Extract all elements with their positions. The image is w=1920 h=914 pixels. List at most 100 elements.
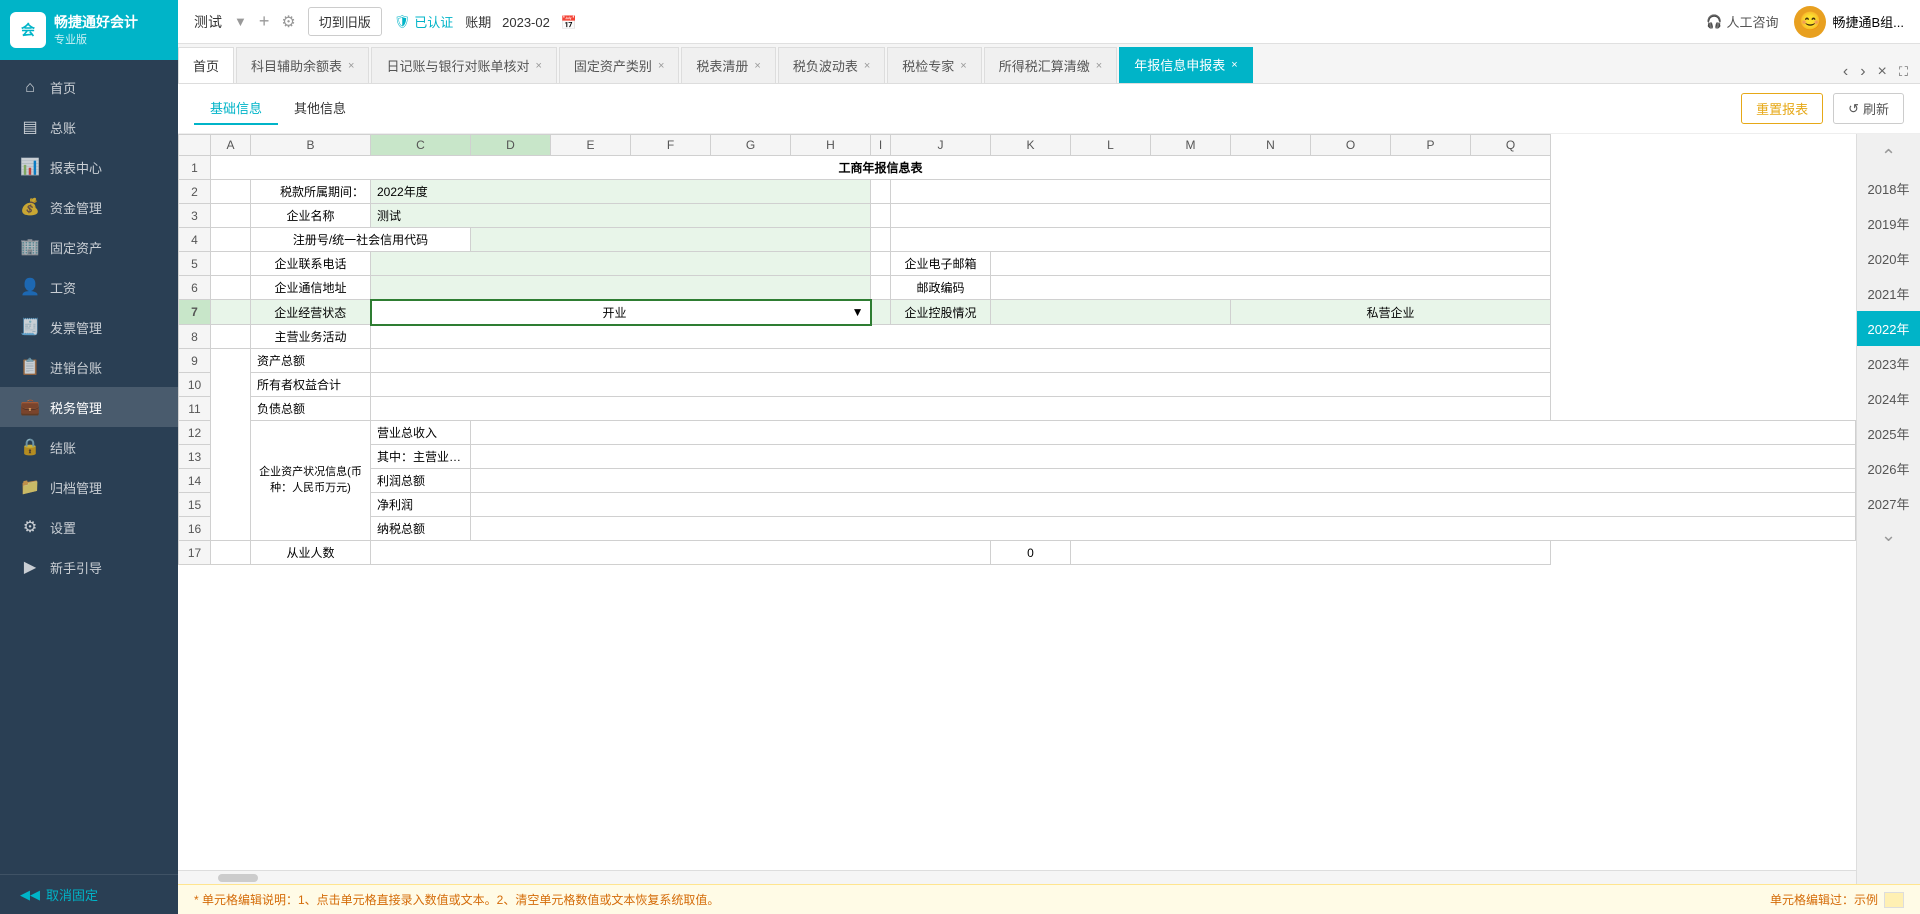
year-item-2023[interactable]: 2023年 — [1857, 346, 1920, 381]
cell-11C[interactable] — [371, 397, 1551, 421]
year-item-2022[interactable]: 2022年 — [1857, 311, 1920, 346]
tab-tax-clearance[interactable]: 税表清册 × — [681, 47, 775, 83]
cell-4J[interactable] — [891, 228, 1551, 252]
cell-7A[interactable] — [211, 300, 251, 325]
sidebar-pin-button[interactable]: ◀◀ 取消固定 — [0, 874, 178, 914]
col-header-Q[interactable]: Q — [1471, 135, 1551, 156]
sidebar-item-report[interactable]: 📊 报表中心 — [0, 147, 178, 187]
cell-2J[interactable] — [891, 180, 1551, 204]
cell-4C[interactable] — [471, 228, 871, 252]
col-header-A[interactable]: A — [211, 135, 251, 156]
cell-6K[interactable] — [991, 276, 1551, 300]
cell-6I[interactable] — [871, 276, 891, 300]
tab-next-button[interactable]: › — [1856, 61, 1869, 83]
cell-5C[interactable] — [371, 252, 871, 276]
year-scroll-down-button[interactable]: ⌄ — [1877, 521, 1900, 550]
col-header-L[interactable]: L — [1071, 135, 1151, 156]
sidebar-item-inventory[interactable]: 📋 进销台账 — [0, 347, 178, 387]
year-item-2027[interactable]: 2027年 — [1857, 486, 1920, 521]
cell-5K[interactable] — [991, 252, 1551, 276]
col-header-D[interactable]: D — [471, 135, 551, 156]
year-item-2018[interactable]: 2018年 — [1857, 171, 1920, 206]
cell-4I[interactable] — [871, 228, 891, 252]
cell-9A[interactable] — [211, 349, 251, 541]
sidebar-item-salary[interactable]: 👤 工资 — [0, 267, 178, 307]
tab-close-all-button[interactable]: × — [1874, 61, 1891, 83]
tab-tax-expert[interactable]: 税检专家 × — [887, 47, 981, 83]
cell-2C[interactable]: 2022年度 — [371, 180, 871, 204]
tab-annual-report[interactable]: 年报信息申报表 × — [1119, 47, 1252, 83]
cell-5I[interactable] — [871, 252, 891, 276]
cell-15C[interactable] — [471, 493, 1856, 517]
sidebar-item-settings[interactable]: ⚙ 设置 — [0, 507, 178, 547]
sidebar-item-ledger[interactable]: ▤ 总账 — [0, 107, 178, 147]
settings-icon[interactable]: ⚙ — [281, 12, 295, 32]
year-item-2024[interactable]: 2024年 — [1857, 381, 1920, 416]
year-item-2026[interactable]: 2026年 — [1857, 451, 1920, 486]
add-button[interactable]: + — [259, 11, 270, 32]
user-menu[interactable]: 😊 畅捷通B组... — [1794, 6, 1904, 38]
cell-13C[interactable] — [471, 445, 1856, 469]
cell-3C[interactable]: 测试 — [371, 204, 871, 228]
cell-2A[interactable] — [211, 180, 251, 204]
dropdown-arrow-icon[interactable]: ▼ — [852, 305, 864, 319]
col-header-E[interactable]: E — [551, 135, 631, 156]
cell-4A[interactable] — [211, 228, 251, 252]
cell-6A[interactable] — [211, 276, 251, 300]
sidebar-item-home[interactable]: ⌂ 首页 — [0, 68, 178, 107]
tab-close-icon[interactable]: × — [754, 60, 760, 72]
tab-expand-button[interactable]: ⛶ — [1895, 62, 1912, 82]
grid-wrapper[interactable]: A B C D E F G H I J — [178, 134, 1856, 870]
cell-14C[interactable] — [471, 469, 1856, 493]
cell-2I[interactable] — [871, 180, 891, 204]
tab-close-icon[interactable]: × — [864, 60, 870, 72]
sidebar-item-tax[interactable]: 💼 税务管理 — [0, 387, 178, 427]
sidebar-item-invoice[interactable]: 🧾 发票管理 — [0, 307, 178, 347]
calendar-icon[interactable]: 📅 — [561, 15, 577, 30]
sidebar-item-close[interactable]: 🔒 结账 — [0, 427, 178, 467]
cell-12C[interactable] — [471, 421, 1856, 445]
col-header-K[interactable]: K — [991, 135, 1071, 156]
cell-7I[interactable] — [871, 300, 891, 325]
tab-close-icon[interactable]: × — [1096, 60, 1102, 72]
cell-16C[interactable] — [471, 517, 1856, 541]
col-header-I[interactable]: I — [871, 135, 891, 156]
col-header-N[interactable]: N — [1231, 135, 1311, 156]
year-item-2019[interactable]: 2019年 — [1857, 206, 1920, 241]
sheet-title[interactable]: 工商年报信息表 — [211, 156, 1551, 180]
cell-6C[interactable] — [371, 276, 871, 300]
col-header-M[interactable]: M — [1151, 135, 1231, 156]
cell-17L[interactable] — [1071, 541, 1551, 565]
cell-7C[interactable]: 开业 ▼ — [371, 300, 871, 325]
tab-close-icon[interactable]: × — [348, 60, 354, 72]
sidebar-item-guide[interactable]: ▶ 新手引导 — [0, 547, 178, 587]
h-scroll-thumb[interactable] — [218, 874, 258, 882]
year-item-2025[interactable]: 2025年 — [1857, 416, 1920, 451]
sidebar-item-archive[interactable]: 📁 归档管理 — [0, 467, 178, 507]
tab-other-info[interactable]: 其他信息 — [278, 92, 362, 125]
tab-prev-button[interactable]: ‹ — [1839, 61, 1852, 83]
tab-close-icon[interactable]: × — [960, 60, 966, 72]
cell-3J[interactable] — [891, 204, 1551, 228]
switch-version-button[interactable]: 切到旧版 — [308, 7, 382, 36]
col-header-C[interactable]: C — [371, 135, 471, 156]
year-item-2021[interactable]: 2021年 — [1857, 276, 1920, 311]
cell-10C[interactable] — [371, 373, 1551, 397]
cell-3I[interactable] — [871, 204, 891, 228]
tab-journal[interactable]: 日记账与银行对账单核对 × — [371, 47, 556, 83]
horizontal-scrollbar[interactable] — [178, 870, 1856, 884]
tab-close-icon[interactable]: × — [658, 60, 664, 72]
col-header-J[interactable]: J — [891, 135, 991, 156]
tab-close-icon[interactable]: × — [1231, 59, 1237, 71]
col-header-B[interactable]: B — [251, 135, 371, 156]
cell-3A[interactable] — [211, 204, 251, 228]
col-header-P[interactable]: P — [1391, 135, 1471, 156]
reset-button[interactable]: 重置报表 — [1741, 93, 1823, 124]
year-item-2020[interactable]: 2020年 — [1857, 241, 1920, 276]
tab-fixed-asset[interactable]: 固定资产类别 × — [559, 47, 679, 83]
col-header-O[interactable]: O — [1311, 135, 1391, 156]
cell-7K[interactable] — [991, 300, 1231, 325]
sidebar-item-fund[interactable]: 💰 资金管理 — [0, 187, 178, 227]
cell-8C[interactable] — [371, 325, 1551, 349]
service-button[interactable]: 🎧 人工咨询 — [1706, 12, 1778, 31]
